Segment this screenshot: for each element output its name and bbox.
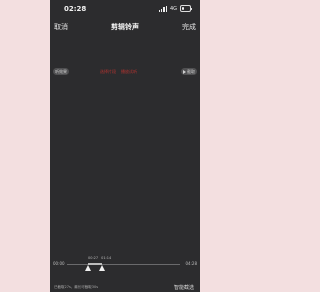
timeline-end-time: 04:28	[185, 261, 197, 266]
select-clip-label[interactable]: 选择片段	[100, 69, 116, 75]
phone-screen: 02:28 4G 取消 剪辑铃声 完成 听效果 选择片段 播放试听 截取 00:…	[50, 0, 200, 292]
editor-actions: 选择片段 播放试听	[100, 69, 137, 75]
battery-level	[182, 7, 185, 10]
network-label: 4G	[169, 5, 177, 12]
editor-toolbar: 听效果 选择片段 播放试听 截取	[50, 67, 200, 77]
marker-end: 01:14	[101, 256, 112, 260]
nav-bar: 取消 剪辑铃声 完成	[50, 18, 200, 34]
timeline-track[interactable]	[67, 263, 180, 265]
preview-label: 听效果	[55, 69, 67, 74]
timeline-start-time: 00:00	[53, 261, 65, 266]
timeline: 00:27 01:14 00:00 04:28	[50, 255, 200, 275]
range-end-handle[interactable]	[99, 265, 105, 271]
clip-info: 已截取27s，最长可截取30s	[54, 285, 99, 289]
clip-button[interactable]: 截取	[181, 68, 197, 75]
status-icons: 4G	[158, 5, 192, 12]
timeline-markers: 00:27 01:14	[88, 256, 111, 260]
preview-button[interactable]: 听效果	[53, 68, 69, 75]
marker-start: 00:27	[88, 256, 99, 260]
battery-icon	[180, 5, 192, 12]
signal-icon	[158, 5, 167, 12]
smart-select-button[interactable]: 智能截选	[174, 284, 194, 291]
play-icon	[183, 69, 186, 74]
range-start-handle[interactable]	[85, 265, 91, 271]
page-title: 剪辑铃声	[111, 23, 139, 31]
status-bar: 02:28 4G	[50, 0, 200, 16]
status-time: 02:28	[64, 5, 87, 13]
clip-label: 截取	[187, 69, 195, 74]
play-preview-label[interactable]: 播放试听	[121, 69, 137, 75]
done-button[interactable]: 完成	[182, 22, 196, 32]
